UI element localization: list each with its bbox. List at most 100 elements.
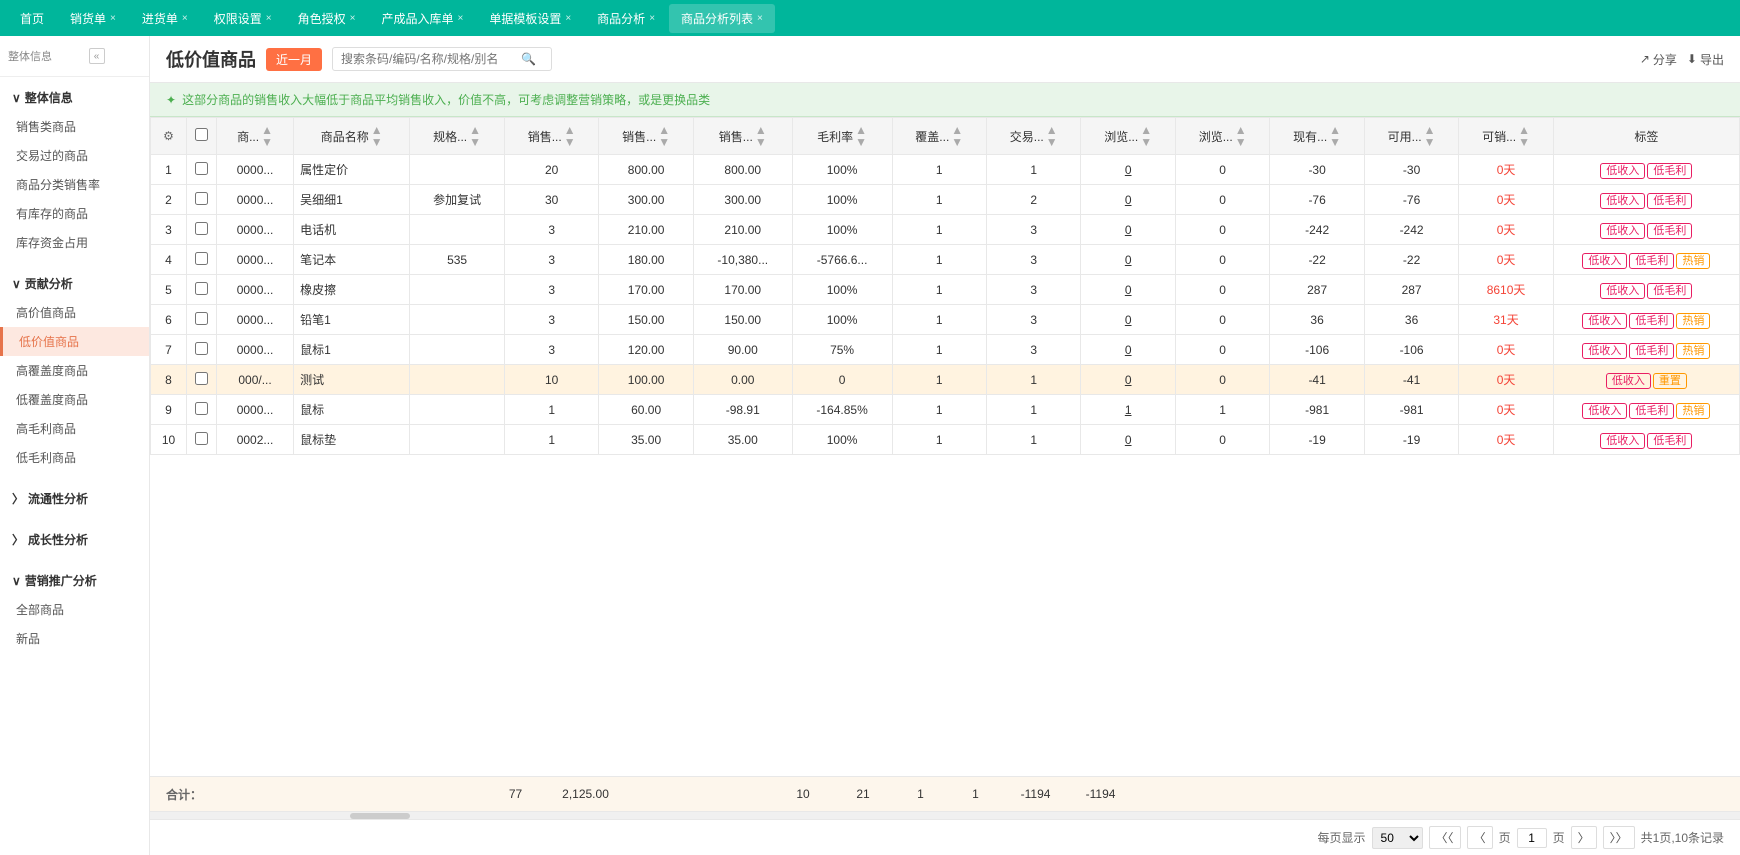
page-next-btn[interactable]: 〉 <box>1571 826 1597 849</box>
col-browse1[interactable]: 浏览...▲▼ <box>1081 118 1175 155</box>
col-name[interactable]: 商品名称▲▼ <box>294 118 410 155</box>
share-button[interactable]: ↗ 分享 <box>1640 51 1677 68</box>
filter-button[interactable]: 近一月 <box>266 48 322 71</box>
cell-br1[interactable]: 0 <box>1081 335 1175 365</box>
search-icon[interactable]: 🔍 <box>521 52 536 66</box>
gear-icon[interactable]: ⚙ <box>163 129 174 143</box>
sidebar-item-all-goods[interactable]: 全部商品 <box>0 595 149 624</box>
cell-br1[interactable]: 0 <box>1081 305 1175 335</box>
search-input[interactable] <box>341 52 521 66</box>
row-checkbox[interactable] <box>195 282 208 295</box>
sidebar-item-traded-goods[interactable]: 交易过的商品 <box>0 141 149 170</box>
col-sales1[interactable]: 销售...▲▼ <box>504 118 598 155</box>
scrollbar-area[interactable] <box>150 811 1740 819</box>
sidebar-item-high-coverage[interactable]: 高覆盖度商品 <box>0 356 149 385</box>
browse1-link[interactable]: 0 <box>1125 313 1132 327</box>
row-checkbox[interactable] <box>195 222 208 235</box>
cell-checkbox[interactable] <box>187 185 217 215</box>
nav-close-sales[interactable]: × <box>110 13 116 24</box>
sidebar-group-contribution[interactable]: ∨ 贡献分析 <box>0 269 149 298</box>
cell-br1[interactable]: 0 <box>1081 245 1175 275</box>
cell-checkbox[interactable] <box>187 155 217 185</box>
row-checkbox[interactable] <box>195 162 208 175</box>
page-prev-btn[interactable]: 〈 <box>1467 826 1493 849</box>
nav-product-analysis-list[interactable]: 商品分析列表 × <box>669 4 775 33</box>
nav-close-template[interactable]: × <box>565 13 571 24</box>
col-sales3[interactable]: 销售...▲▼ <box>693 118 792 155</box>
browse1-link[interactable]: 1 <box>1125 403 1132 417</box>
per-page-select[interactable]: 50 100 200 <box>1372 827 1423 849</box>
sidebar-item-category-sales[interactable]: 商品分类销售率 <box>0 170 149 199</box>
nav-sales[interactable]: 销货单 × <box>58 4 128 33</box>
browse1-link[interactable]: 0 <box>1125 223 1132 237</box>
cell-checkbox[interactable] <box>187 275 217 305</box>
nav-role[interactable]: 角色授权 × <box>286 4 368 33</box>
browse1-link[interactable]: 0 <box>1125 343 1132 357</box>
nav-close-role[interactable]: × <box>350 13 356 24</box>
col-sales2[interactable]: 销售...▲▼ <box>599 118 693 155</box>
nav-purchase[interactable]: 进货单 × <box>130 4 200 33</box>
row-checkbox[interactable] <box>195 402 208 415</box>
cell-checkbox[interactable] <box>187 245 217 275</box>
sidebar-group-marketing[interactable]: ∨ 营销推广分析 <box>0 566 149 595</box>
sidebar-item-low-margin[interactable]: 低毛利商品 <box>0 443 149 472</box>
nav-product-analysis[interactable]: 商品分析 × <box>585 4 667 33</box>
col-margin[interactable]: 毛利率▲▼ <box>792 118 892 155</box>
row-checkbox[interactable] <box>195 432 208 445</box>
export-button[interactable]: ⬇ 导出 <box>1687 51 1724 68</box>
cell-br1[interactable]: 1 <box>1081 395 1175 425</box>
cell-br1[interactable]: 0 <box>1081 155 1175 185</box>
browse1-link[interactable]: 0 <box>1125 253 1132 267</box>
nav-close-product-inbound[interactable]: × <box>457 13 463 24</box>
col-sellable[interactable]: 可销...▲▼ <box>1459 118 1553 155</box>
nav-close-permission[interactable]: × <box>266 13 272 24</box>
page-last-btn[interactable]: 〉〉 <box>1603 826 1635 849</box>
cell-br1[interactable]: 0 <box>1081 185 1175 215</box>
col-current[interactable]: 现有...▲▼ <box>1270 118 1364 155</box>
cell-br1[interactable]: 0 <box>1081 275 1175 305</box>
sidebar-item-high-value[interactable]: 高价值商品 <box>0 298 149 327</box>
cell-checkbox[interactable] <box>187 305 217 335</box>
cell-br1[interactable]: 0 <box>1081 215 1175 245</box>
collapse-btn[interactable]: « <box>89 48 105 64</box>
row-checkbox[interactable] <box>195 192 208 205</box>
sidebar-item-inventory-capital[interactable]: 库存资金占用 <box>0 228 149 257</box>
browse1-link[interactable]: 0 <box>1125 283 1132 297</box>
sidebar-item-stocked-goods[interactable]: 有库存的商品 <box>0 199 149 228</box>
nav-close-purchase[interactable]: × <box>182 13 188 24</box>
cell-br1[interactable]: 0 <box>1081 365 1175 395</box>
cell-checkbox[interactable] <box>187 215 217 245</box>
sidebar-group-overall[interactable]: ∨ 整体信息 <box>0 83 149 112</box>
browse1-link[interactable]: 0 <box>1125 373 1132 387</box>
col-coverage[interactable]: 覆盖...▲▼ <box>892 118 986 155</box>
row-checkbox[interactable] <box>195 372 208 385</box>
nav-template[interactable]: 单据模板设置 × <box>477 4 583 33</box>
nav-close-product-analysis[interactable]: × <box>649 13 655 24</box>
sidebar-item-low-value[interactable]: 低价值商品 <box>0 327 149 356</box>
cell-br1[interactable]: 0 <box>1081 425 1175 455</box>
browse1-link[interactable]: 0 <box>1125 163 1132 177</box>
nav-permission[interactable]: 权限设置 × <box>202 4 284 33</box>
col-trade[interactable]: 交易...▲▼ <box>986 118 1080 155</box>
col-gear[interactable]: ⚙ <box>151 118 187 155</box>
page-number-input[interactable] <box>1517 828 1547 848</box>
nav-close-list[interactable]: × <box>757 13 763 24</box>
row-checkbox[interactable] <box>195 342 208 355</box>
cell-checkbox[interactable] <box>187 425 217 455</box>
sidebar-group-growth[interactable]: 〉 成长性分析 <box>0 525 149 554</box>
nav-home[interactable]: 首页 <box>8 4 56 33</box>
col-browse2[interactable]: 浏览...▲▼ <box>1175 118 1269 155</box>
nav-product-inbound[interactable]: 产成品入库单 × <box>369 4 475 33</box>
row-checkbox[interactable] <box>195 252 208 265</box>
row-checkbox[interactable] <box>195 312 208 325</box>
cell-checkbox[interactable] <box>187 395 217 425</box>
select-all-checkbox[interactable] <box>195 128 208 141</box>
sidebar-item-new-goods[interactable]: 新品 <box>0 624 149 653</box>
page-first-btn[interactable]: 〈〈 <box>1429 826 1461 849</box>
sidebar-item-high-margin[interactable]: 高毛利商品 <box>0 414 149 443</box>
sidebar-item-low-coverage[interactable]: 低覆盖度商品 <box>0 385 149 414</box>
col-spec[interactable]: 规格...▲▼ <box>410 118 505 155</box>
col-available[interactable]: 可用...▲▼ <box>1364 118 1458 155</box>
cell-checkbox[interactable] <box>187 365 217 395</box>
sidebar-group-circulation[interactable]: 〉 流通性分析 <box>0 484 149 513</box>
